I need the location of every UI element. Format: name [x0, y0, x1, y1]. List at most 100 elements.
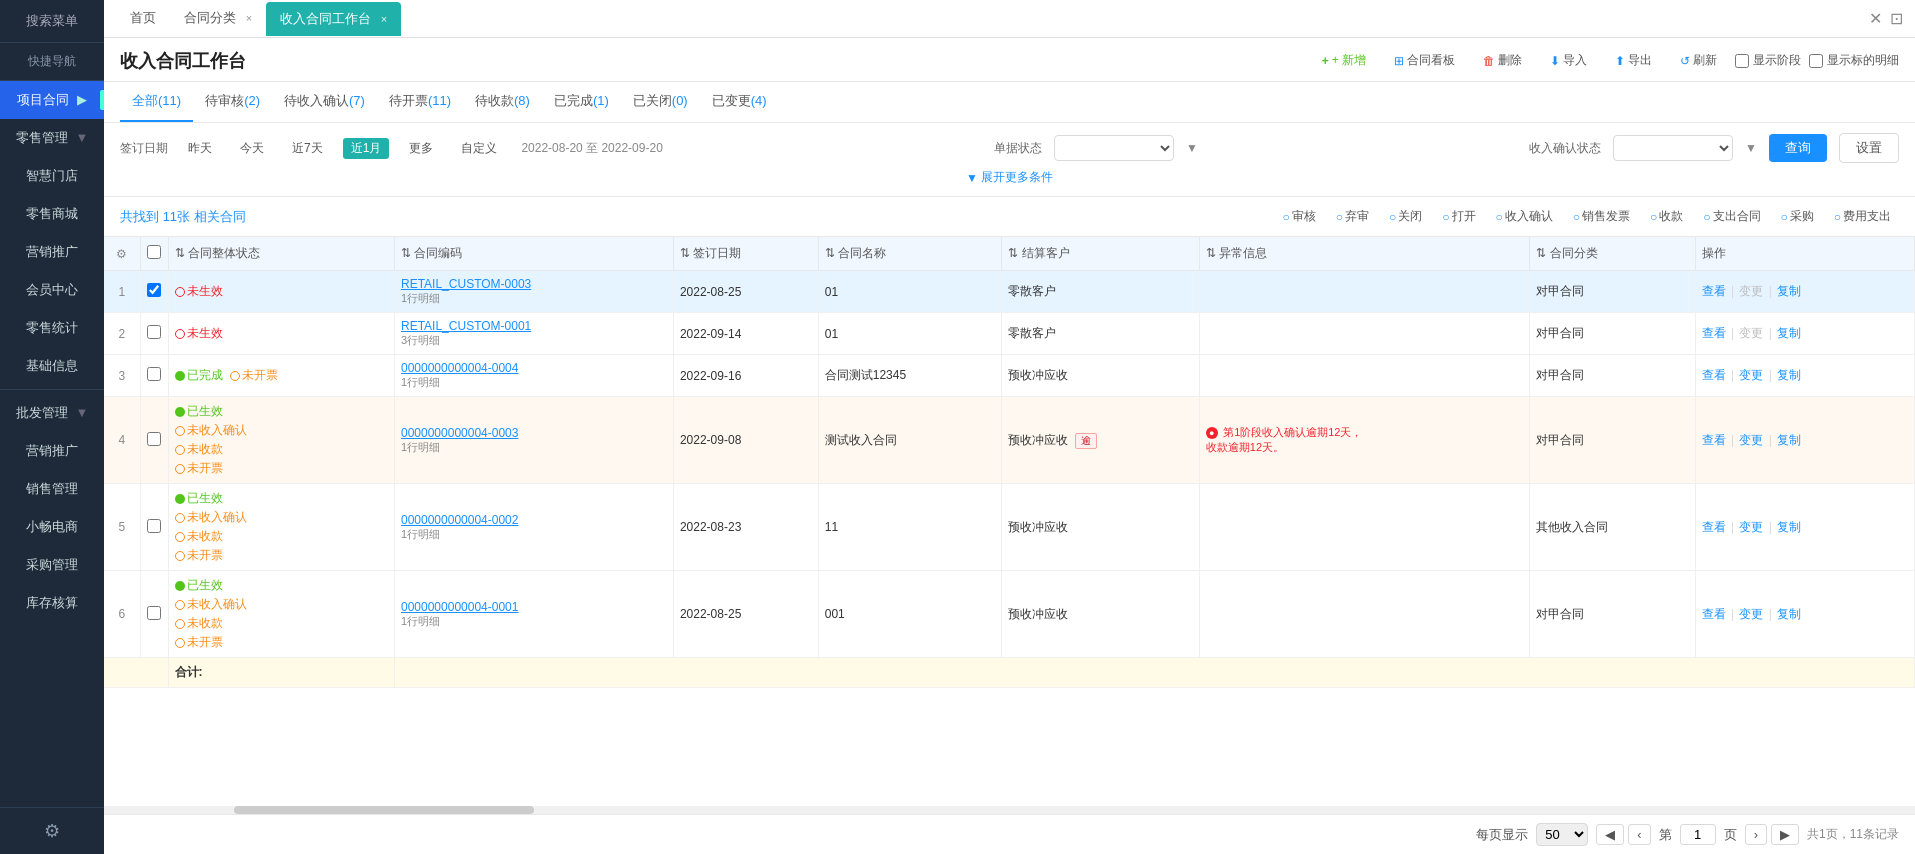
- contract-view-button[interactable]: ⊞ 合同看板: [1384, 48, 1465, 73]
- next-page-btn[interactable]: ›: [1745, 824, 1767, 845]
- add-button[interactable]: + + 新增: [1312, 48, 1376, 73]
- date-more[interactable]: 更多: [401, 138, 441, 159]
- contract-link[interactable]: RETAIL_CUSTOM-0003: [401, 277, 531, 291]
- sidebar-item-purchase[interactable]: 采购管理: [0, 546, 104, 584]
- date-today[interactable]: 今天: [232, 138, 272, 159]
- date-yesterday[interactable]: 昨天: [180, 138, 220, 159]
- copy-action[interactable]: 复制: [1777, 368, 1801, 382]
- view-action[interactable]: 查看: [1702, 520, 1726, 534]
- copy-action[interactable]: 复制: [1777, 326, 1801, 340]
- row-checkbox-cell[interactable]: [140, 313, 168, 355]
- abandon-btn[interactable]: ○ 弃审: [1328, 205, 1377, 228]
- contract-link[interactable]: 0000000000004-0001: [401, 600, 518, 614]
- copy-action[interactable]: 复制: [1777, 284, 1801, 298]
- select-all-checkbox[interactable]: [147, 245, 161, 259]
- sidebar-item-marketing2[interactable]: 营销推广: [0, 432, 104, 470]
- view-action[interactable]: 查看: [1702, 284, 1726, 298]
- tab-close-contract-category[interactable]: ×: [246, 12, 252, 24]
- filter-tab-pending-audit[interactable]: 待审核(2): [193, 82, 272, 122]
- window-close-icon[interactable]: ✕: [1869, 9, 1882, 28]
- open-btn[interactable]: ○ 打开: [1434, 205, 1483, 228]
- view-action[interactable]: 查看: [1702, 433, 1726, 447]
- tab-contract-category[interactable]: 合同分类 ×: [170, 1, 266, 37]
- row-checkbox[interactable]: [147, 606, 161, 620]
- delete-button[interactable]: 🗑 删除: [1473, 48, 1532, 73]
- output-contract-btn[interactable]: ○ 支出合同: [1695, 205, 1768, 228]
- change-action[interactable]: 变更: [1739, 368, 1763, 382]
- row-checkbox[interactable]: [147, 283, 161, 297]
- filter-tab-pending-confirm[interactable]: 待收入确认(7): [272, 82, 377, 122]
- window-maximize-icon[interactable]: ⊡: [1890, 9, 1903, 28]
- row-checkbox-cell[interactable]: [140, 571, 168, 658]
- last-page-btn[interactable]: ▶: [1771, 824, 1799, 845]
- settings-icon[interactable]: ⚙: [0, 807, 104, 854]
- change-action[interactable]: 变更: [1739, 520, 1763, 534]
- row-checkbox[interactable]: [147, 432, 161, 446]
- sidebar-item-retail-ecom[interactable]: 零售商城: [0, 195, 104, 233]
- sales-invoice-btn[interactable]: ○ 销售发票: [1565, 205, 1638, 228]
- show-fields-checkbox[interactable]: 显示阶段: [1735, 52, 1801, 69]
- status-select[interactable]: [1054, 135, 1174, 161]
- filter-tab-completed[interactable]: 已完成(1): [542, 82, 621, 122]
- filter-tab-pending-invoice[interactable]: 待开票(11): [377, 82, 463, 122]
- sidebar-item-project[interactable]: 项目合同 ▶: [0, 81, 104, 119]
- sidebar-item-retail-mgmt[interactable]: 零售管理 ▼: [0, 119, 104, 157]
- filter-tab-all[interactable]: 全部(11): [120, 82, 193, 122]
- sidebar-item-marketing[interactable]: 营销推广: [0, 233, 104, 271]
- row-checkbox-cell[interactable]: [140, 397, 168, 484]
- view-action[interactable]: 查看: [1702, 368, 1726, 382]
- first-page-btn[interactable]: ◀: [1596, 824, 1624, 845]
- row-checkbox-cell[interactable]: [140, 355, 168, 397]
- row-checkbox-cell[interactable]: [140, 271, 168, 313]
- refresh-button[interactable]: ↺ 刷新: [1670, 48, 1727, 73]
- contract-link[interactable]: 0000000000004-0004: [401, 361, 518, 375]
- audit-btn[interactable]: ○ 审核: [1275, 205, 1324, 228]
- sidebar-search[interactable]: 搜索菜单: [0, 0, 104, 43]
- expense-output-btn[interactable]: ○ 费用支出: [1826, 205, 1899, 228]
- income-confirm-btn[interactable]: ○ 收入确认: [1488, 205, 1561, 228]
- row-checkbox[interactable]: [147, 325, 161, 339]
- sidebar-item-member[interactable]: 会员中心: [0, 271, 104, 309]
- show-fields-input[interactable]: [1735, 54, 1749, 68]
- payment-btn[interactable]: ○ 收款: [1642, 205, 1691, 228]
- query-button[interactable]: 查询: [1769, 134, 1827, 162]
- sidebar-item-smart-store[interactable]: 智慧门店: [0, 157, 104, 195]
- th-checkbox[interactable]: [140, 237, 168, 271]
- scrollbar-thumb[interactable]: [234, 806, 534, 814]
- page-input[interactable]: [1680, 824, 1716, 845]
- contract-link[interactable]: 0000000000004-0002: [401, 513, 518, 527]
- change-action[interactable]: 变更: [1739, 607, 1763, 621]
- copy-action[interactable]: 复制: [1777, 607, 1801, 621]
- sidebar-item-retail-stat[interactable]: 零售统计: [0, 309, 104, 347]
- sidebar-quick-nav[interactable]: 快捷导航: [0, 43, 104, 81]
- import-button[interactable]: ⬇ 导入: [1540, 48, 1597, 73]
- tab-income-workbench[interactable]: 收入合同工作台 ×: [266, 2, 401, 36]
- sidebar-item-inventory[interactable]: 库存核算: [0, 584, 104, 622]
- filter-tab-pending-payment[interactable]: 待收款(8): [463, 82, 542, 122]
- view-action[interactable]: 查看: [1702, 607, 1726, 621]
- contract-link[interactable]: 0000000000004-0003: [401, 426, 518, 440]
- copy-action[interactable]: 复制: [1777, 433, 1801, 447]
- change-action[interactable]: 变更: [1739, 433, 1763, 447]
- sidebar-item-xiaochang[interactable]: 小畅电商: [0, 508, 104, 546]
- date-custom[interactable]: 自定义: [453, 138, 505, 159]
- sidebar-item-basic-info[interactable]: 基础信息: [0, 347, 104, 385]
- tab-close-income-workbench[interactable]: ×: [381, 13, 387, 25]
- view-action[interactable]: 查看: [1702, 326, 1726, 340]
- sidebar-item-sales-mgmt[interactable]: 销售管理: [0, 470, 104, 508]
- purchase-tbl-btn[interactable]: ○ 采购: [1773, 205, 1822, 228]
- th-settings[interactable]: ⚙: [104, 237, 140, 271]
- prev-page-btn[interactable]: ‹: [1628, 824, 1650, 845]
- setting-button[interactable]: 设置: [1839, 133, 1899, 163]
- sidebar-item-wholesale[interactable]: 批发管理 ▼: [0, 394, 104, 432]
- row-checkbox[interactable]: [147, 367, 161, 381]
- confirm-select[interactable]: [1613, 135, 1733, 161]
- row-checkbox-cell[interactable]: [140, 484, 168, 571]
- tab-home[interactable]: 首页: [116, 1, 170, 37]
- contract-link[interactable]: RETAIL_CUSTOM-0001: [401, 319, 531, 333]
- expand-conditions-btn[interactable]: ▼ 展开更多条件: [966, 169, 1053, 186]
- close-btn[interactable]: ○ 关闭: [1381, 205, 1430, 228]
- export-button[interactable]: ⬆ 导出: [1605, 48, 1662, 73]
- date-7days[interactable]: 近7天: [284, 138, 331, 159]
- page-size-select[interactable]: 50 10 20 100: [1536, 823, 1588, 846]
